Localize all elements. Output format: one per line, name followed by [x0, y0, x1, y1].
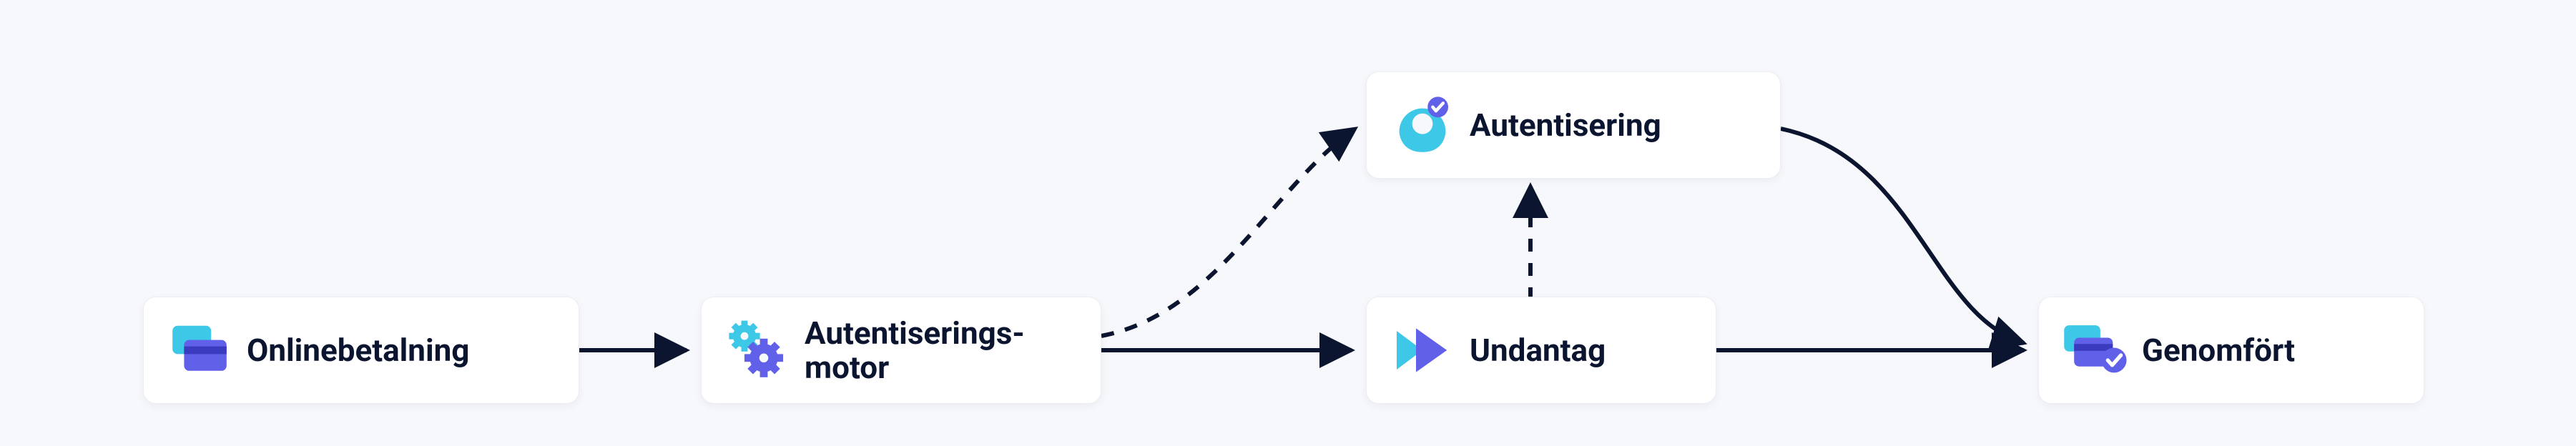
- node-online-payment-label: Onlinebetalning: [247, 333, 469, 367]
- card-icon: [165, 316, 234, 385]
- card-check-icon: [2060, 316, 2129, 385]
- node-exemption-label: Undantag: [1470, 333, 1606, 367]
- node-completed: Genomfört: [2038, 297, 2424, 404]
- node-auth-engine-label: Autentiserings- motor: [805, 316, 1025, 385]
- node-completed-label: Genomfört: [2142, 333, 2295, 367]
- edge-authengine-authentication: [1101, 129, 1355, 336]
- forward-icon: [1388, 316, 1457, 385]
- node-authentication: Autentisering: [1366, 71, 1781, 179]
- person-check-icon: [1388, 91, 1457, 159]
- gears-icon: [723, 316, 792, 385]
- node-authentication-label: Autentisering: [1470, 108, 1661, 142]
- flow-diagram: Onlinebetalning: [0, 0, 2576, 446]
- edge-authentication-completed: [1781, 129, 2024, 343]
- node-auth-engine: Autentiserings- motor: [701, 297, 1101, 404]
- node-exemption: Undantag: [1366, 297, 1716, 404]
- node-online-payment: Onlinebetalning: [143, 297, 579, 404]
